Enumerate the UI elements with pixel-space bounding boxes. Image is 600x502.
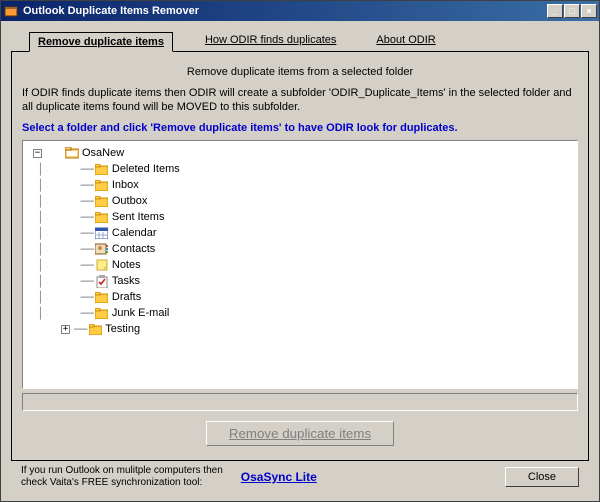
folder-icon — [95, 308, 109, 319]
window-controls: _ □ × — [547, 4, 597, 18]
tree-item-label: Outbox — [112, 195, 147, 207]
tree-connector: │ — [37, 163, 44, 176]
tree-connector: │ — [37, 243, 44, 256]
tree-branch-icon: ── — [81, 259, 94, 272]
tab-strip: Remove duplicate items How ODIR finds du… — [11, 27, 589, 51]
tree-branch-icon: ── — [81, 307, 94, 320]
tab-remove-duplicates[interactable]: Remove duplicate items — [29, 32, 173, 52]
tree-connector: │ — [37, 195, 44, 208]
tree-item[interactable]: │ ── Notes — [25, 257, 575, 273]
folder-open-icon — [65, 147, 79, 159]
tree-item[interactable]: │ ── Junk E-mail — [25, 305, 575, 321]
tree-item-label: Sent Items — [112, 211, 165, 223]
tree-item[interactable]: │ ── Calendar — [25, 225, 575, 241]
panel-description: If ODIR finds duplicate items then ODIR … — [22, 86, 578, 122]
tree-item[interactable]: │ ── Deleted Items — [25, 161, 575, 177]
footer: If you run Outlook on mulitple computers… — [11, 461, 589, 495]
minimize-button[interactable]: _ — [547, 4, 563, 18]
footer-line1: If you run Outlook on mulitple computers… — [21, 465, 223, 477]
tree-branch-icon: ── — [81, 227, 94, 240]
tree-item[interactable]: + ── Testing — [25, 321, 575, 337]
osasync-link[interactable]: OsaSync Lite — [241, 470, 317, 484]
tree-root[interactable]: − OsaNew — [25, 145, 575, 161]
footer-line2: check Vaita's FREE synchronization tool: — [21, 477, 223, 489]
tree-item-label: Drafts — [112, 291, 141, 303]
tree-item-label: Junk E-mail — [112, 307, 169, 319]
title-bar: Outlook Duplicate Items Remover _ □ × — [1, 1, 599, 21]
main-panel: Remove duplicate items from a selected f… — [11, 51, 589, 461]
tree-item[interactable]: │ ── Contacts — [25, 241, 575, 257]
status-bar — [22, 393, 578, 411]
close-button[interactable]: Close — [505, 467, 579, 487]
tree-item-label: Testing — [105, 323, 140, 335]
folder-icon — [88, 324, 102, 335]
tree-item-label: Contacts — [112, 243, 155, 255]
tree-branch-icon: ── — [81, 163, 94, 176]
tree-branch-icon: ── — [81, 275, 94, 288]
window-title: Outlook Duplicate Items Remover — [23, 5, 547, 17]
remove-duplicates-button[interactable]: Remove duplicate items — [206, 421, 394, 446]
action-row: Remove duplicate items — [22, 411, 578, 452]
tree-connector: │ — [37, 259, 44, 272]
tree-branch-icon: ── — [81, 211, 94, 224]
notes-icon — [95, 259, 109, 271]
folder-tree[interactable]: − OsaNew │ ── Deleted Items │ ── Inbox │ ── Out… — [22, 140, 578, 389]
folder-icon — [95, 164, 109, 175]
tree-root-label: OsaNew — [82, 147, 124, 159]
tree-connector: │ — [37, 291, 44, 304]
collapse-icon[interactable]: − — [33, 149, 42, 158]
tree-connector: │ — [37, 179, 44, 192]
folder-icon — [95, 180, 109, 191]
tree-item[interactable]: │ ── Sent Items — [25, 209, 575, 225]
panel-subtitle: Remove duplicate items from a selected f… — [22, 60, 578, 86]
tab-about-odir[interactable]: About ODIR — [368, 31, 443, 51]
app-window: Outlook Duplicate Items Remover _ □ × Re… — [0, 0, 600, 502]
tree-branch-icon: ── — [81, 291, 94, 304]
folder-icon — [95, 196, 109, 207]
tree-item[interactable]: │ ── Outbox — [25, 193, 575, 209]
tree-item[interactable]: │ ── Drafts — [25, 289, 575, 305]
calendar-icon — [95, 227, 109, 239]
close-window-button[interactable]: × — [581, 4, 597, 18]
tab-how-odir-finds[interactable]: How ODIR finds duplicates — [197, 31, 344, 51]
tree-branch-icon: ── — [81, 195, 94, 208]
tree-item-label: Tasks — [112, 275, 140, 287]
tree-item-label: Notes — [112, 259, 141, 271]
client-area: Remove duplicate items How ODIR finds du… — [1, 21, 599, 501]
tree-item-label: Deleted Items — [112, 163, 180, 175]
tree-connector: │ — [37, 211, 44, 224]
tree-connector: │ — [37, 307, 44, 320]
app-icon — [3, 3, 19, 19]
tree-item[interactable]: │ ── Tasks — [25, 273, 575, 289]
tree-item[interactable]: │ ── Inbox — [25, 177, 575, 193]
tree-connector: │ — [37, 275, 44, 288]
tree-branch-icon: ── — [81, 243, 94, 256]
contacts-icon — [95, 243, 109, 255]
tree-branch-icon: ── — [81, 179, 94, 192]
folder-icon — [95, 212, 109, 223]
tree-item-label: Inbox — [112, 179, 139, 191]
tree-connector: │ — [37, 227, 44, 240]
expand-icon[interactable]: + — [61, 325, 70, 334]
tree-item-label: Calendar — [112, 227, 157, 239]
footer-message: If you run Outlook on mulitple computers… — [21, 465, 223, 489]
tasks-icon — [95, 275, 109, 288]
maximize-button[interactable]: □ — [564, 4, 580, 18]
instruction-text: Select a folder and click 'Remove duplic… — [22, 122, 578, 140]
tree-branch-icon: ── — [74, 323, 87, 336]
folder-icon — [95, 292, 109, 303]
